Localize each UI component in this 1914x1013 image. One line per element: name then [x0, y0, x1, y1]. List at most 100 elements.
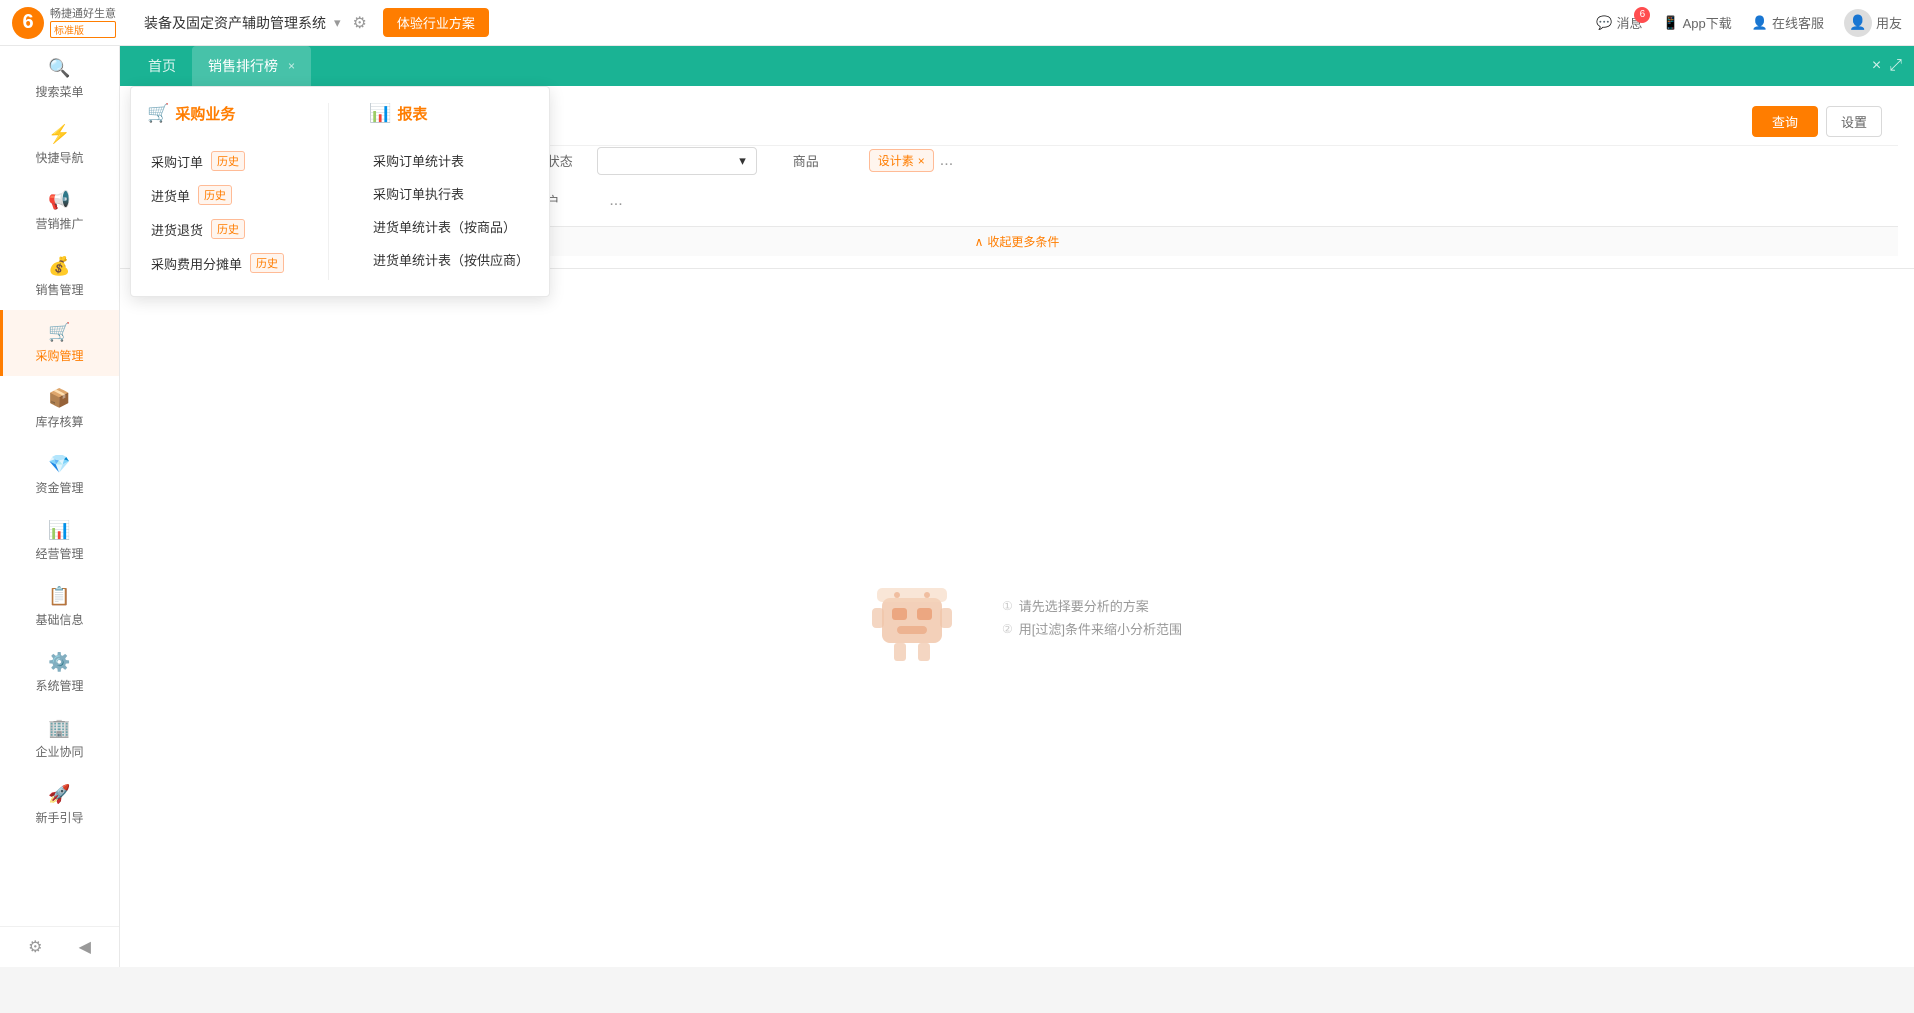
sidebar-item-basic[interactable]: 📋 基础信息 — [0, 574, 119, 640]
sidebar-item-enterprise[interactable]: 🏢 企业协同 — [0, 706, 119, 772]
marketing-icon: 📢 — [48, 190, 70, 211]
system-icon: ⚙️ — [48, 652, 70, 673]
sidebar-item-sales[interactable]: 💰 销售管理 — [0, 244, 119, 310]
goods-receipt-label: 进货单 — [151, 186, 190, 205]
goods-tag-text: 设计素 — [878, 152, 914, 169]
tab-window-close-icon[interactable]: × — [1872, 57, 1881, 75]
user-btn[interactable]: 👤 用友 — [1844, 9, 1902, 37]
empty-state: ① 请先选择要分析的方案 ② 用[过滤]条件来缩小分析范围 — [120, 269, 1914, 967]
logo-text: 畅捷通好生意 — [50, 7, 116, 21]
dropdown-item-receipt-supplier[interactable]: 进货单统计表（按供应商） — [369, 243, 533, 276]
message-btn[interactable]: 💬 消息 6 — [1596, 13, 1642, 32]
dropdown-item-goods-receipt[interactable]: 进货单 历史 — [147, 178, 288, 212]
sidebar-item-finance[interactable]: 💎 资金管理 — [0, 442, 119, 508]
basic-icon: 📋 — [48, 586, 70, 607]
sidebar-label-basic: 基础信息 — [35, 611, 83, 628]
dropdown-item-order-exec[interactable]: 采购订单执行表 — [369, 177, 533, 210]
empty-illustration — [852, 568, 972, 668]
tab-expand-icon[interactable]: ⤢ — [1889, 57, 1902, 75]
receipt-goods-label: 进货单统计表（按商品） — [373, 217, 516, 236]
logo-icon: 6 — [12, 7, 44, 39]
tab-sales-ranking[interactable]: 销售排行榜 × — [192, 46, 311, 86]
logo-area: 6 畅捷通好生意 标准版 — [12, 7, 132, 39]
goods-tag-close-icon[interactable]: × — [918, 154, 925, 168]
app-download-btn[interactable]: 📱 App下载 — [1662, 13, 1731, 32]
dropdown-item-purchase-order[interactable]: 采购订单 历史 — [147, 144, 288, 178]
purchase-icon: 🛒 — [48, 322, 70, 343]
sidebar-label-purchase: 采购管理 — [35, 347, 83, 364]
purchase-order-history-badge: 历史 — [211, 151, 245, 171]
tab-home[interactable]: 首页 — [132, 46, 192, 86]
doc-status-dropdown-icon: ▾ — [739, 153, 746, 169]
settings-icon-btn[interactable]: ⚙ — [353, 13, 367, 33]
system-title-text: 装备及固定资产辅助管理系统 — [144, 13, 326, 33]
customer-filter: ... — [609, 192, 622, 210]
collapse-label: 收起更多条件 — [987, 233, 1059, 250]
sidebar-item-purchase[interactable]: 🛒 采购管理 — [0, 310, 119, 376]
online-service-btn[interactable]: 👤 在线客服 — [1752, 13, 1824, 32]
tab-bar: 首页 销售排行榜 × × ⤢ — [120, 46, 1914, 86]
empty-text-area: ① 请先选择要分析的方案 ② 用[过滤]条件来缩小分析范围 — [1002, 595, 1182, 642]
dropdown-item-goods-return[interactable]: 进货退货 历史 — [147, 212, 288, 246]
dropdown-item-order-stats[interactable]: 采购订单统计表 — [369, 144, 533, 177]
sidebar-item-system[interactable]: ⚙️ 系统管理 — [0, 640, 119, 706]
search-icon: 🔍 — [48, 58, 70, 79]
empty-hint-2: ② 用[过滤]条件来缩小分析范围 — [1002, 618, 1182, 641]
order-stats-label: 采购订单统计表 — [373, 151, 464, 170]
sidebar-item-marketing[interactable]: 📢 营销推广 — [0, 178, 119, 244]
sidebar-settings-icon[interactable]: ⚙ — [28, 937, 42, 957]
purchase-col-label: 采购业务 — [175, 103, 235, 124]
user-label: 用友 — [1876, 13, 1902, 32]
purchase-col-title: 🛒 采购业务 — [147, 103, 288, 132]
report-col-title: 📊 报表 — [369, 103, 533, 132]
inventory-icon: 📦 — [48, 388, 70, 409]
sidebar-item-guide[interactable]: 🚀 新手引导 — [0, 772, 119, 838]
tab-home-label: 首页 — [148, 56, 176, 76]
enterprise-icon: 🏢 — [48, 718, 70, 739]
tab-sales-ranking-label: 销售排行榜 — [208, 56, 278, 76]
sidebar-item-search[interactable]: 🔍 搜索菜单 — [0, 46, 119, 112]
trial-button[interactable]: 体验行业方案 — [383, 8, 489, 37]
collapse-up-icon: ∧ — [975, 235, 984, 249]
sidebar-label-operation: 经营管理 — [35, 545, 83, 562]
user-avatar: 👤 — [1844, 9, 1872, 37]
sidebar-label-finance: 资金管理 — [35, 479, 83, 496]
sidebar-label-guide: 新手引导 — [35, 809, 83, 826]
online-service-label: 在线客服 — [1772, 13, 1824, 32]
query-button[interactable]: 查询 — [1752, 106, 1818, 137]
goods-ellipsis-btn[interactable]: ... — [940, 152, 953, 170]
sidebar-item-quick[interactable]: ⚡ 快捷导航 — [0, 112, 119, 178]
top-right-area: 💬 消息 6 📱 App下载 👤 在线客服 👤 用友 — [1596, 9, 1902, 37]
sidebar-item-inventory[interactable]: 📦 库存核算 — [0, 376, 119, 442]
title-dropdown-icon[interactable]: ▾ — [334, 15, 341, 31]
settings-button[interactable]: 设置 — [1826, 106, 1882, 137]
sidebar-footer: ⚙ ◀ — [0, 926, 119, 967]
order-exec-label: 采购订单执行表 — [373, 184, 464, 203]
goods-tag: 设计素 × — [869, 149, 934, 172]
sidebar-label-marketing: 营销推广 — [35, 215, 83, 232]
dropdown-divider — [328, 103, 329, 280]
purchase-col: 🛒 采购业务 采购订单 历史 进货单 历史 进货退货 历史 采购费用分摊单 历史 — [147, 103, 288, 280]
customer-ellipsis-btn[interactable]: ... — [609, 192, 622, 210]
report-col-label: 报表 — [397, 103, 427, 124]
goods-filter: 设计素 × ... — [869, 149, 953, 172]
dropdown-item-purchase-expense[interactable]: 采购费用分摊单 历史 — [147, 246, 288, 280]
goods-label: 商品 — [793, 151, 853, 170]
sales-icon: 💰 — [48, 256, 70, 277]
goods-return-history-badge: 历史 — [211, 219, 245, 239]
app-download-label: App下载 — [1683, 13, 1732, 32]
online-service-icon: 👤 — [1752, 15, 1768, 31]
logo-badge: 标准版 — [50, 21, 116, 38]
operation-icon: 📊 — [48, 520, 70, 541]
sidebar-collapse-icon[interactable]: ◀ — [79, 937, 91, 957]
dropdown-item-receipt-goods[interactable]: 进货单统计表（按商品） — [369, 210, 533, 243]
top-bar: 6 畅捷通好生意 标准版 装备及固定资产辅助管理系统 ▾ ⚙ 体验行业方案 💬 … — [0, 0, 1914, 46]
sidebar-item-operation[interactable]: 📊 经营管理 — [0, 508, 119, 574]
sidebar-label-enterprise: 企业协同 — [35, 743, 83, 760]
purchase-dropdown-menu: 🛒 采购业务 采购订单 历史 进货单 历史 进货退货 历史 采购费用分摊单 历史… — [130, 86, 550, 297]
quick-icon: ⚡ — [48, 124, 70, 145]
purchase-order-label: 采购订单 — [151, 152, 203, 171]
report-col-icon: 📊 — [369, 103, 391, 124]
tab-close-icon[interactable]: × — [288, 59, 295, 73]
doc-status-select[interactable]: ▾ — [597, 147, 757, 175]
